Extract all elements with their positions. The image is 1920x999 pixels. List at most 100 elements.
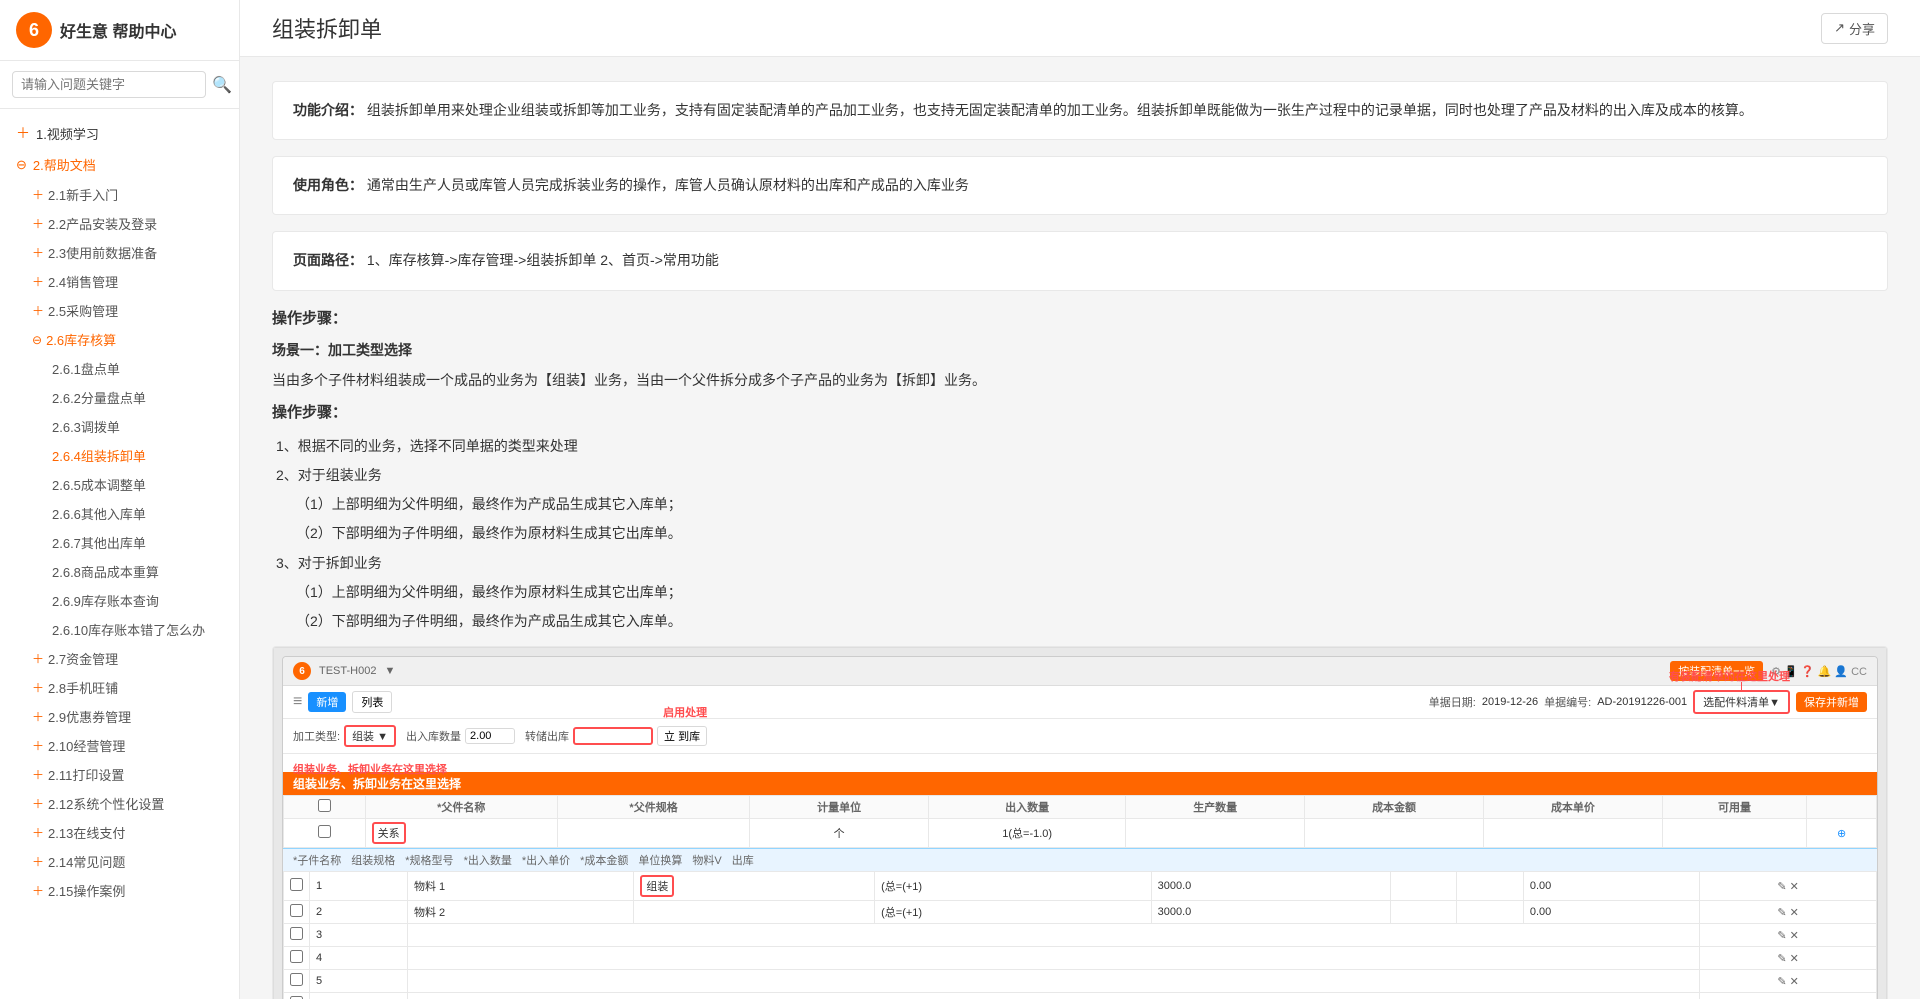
sidebar-item-2-6-2[interactable]: 2.6.2分量盘点单: [44, 383, 239, 412]
mock-type-box[interactable]: 组装 ▼: [344, 725, 396, 747]
step3: 3、对于拆卸业务: [272, 551, 1888, 576]
mock-edit-icon-5[interactable]: ✎: [1777, 976, 1786, 988]
sidebar-item-2-6-10[interactable]: 2.6.10库存账本错了怎么办: [44, 615, 239, 644]
mock-select-all[interactable]: [318, 799, 331, 812]
plus-icon-2-15: ＋: [32, 882, 44, 899]
sidebar-item-2-1[interactable]: ＋ 2.1新手入门: [24, 180, 239, 209]
nav-grandchildren-2-6: 2.6.1盘点单 2.6.2分量盘点单 2.6.3调拨单 2.6.4组装拆卸单 …: [24, 354, 239, 644]
mock-bottom-row-6: 6 ✎ ✕: [284, 993, 1877, 999]
mock-bottom-row-3: 3 ✎ ✕: [284, 924, 1877, 947]
mock-bottom-check-2[interactable]: [290, 904, 303, 917]
nav-section-2: ⊖ 2.帮助文档 ＋ 2.1新手入门 ＋ 2.2产品安装及登录 ＋ 2.3使用前…: [0, 149, 239, 905]
mock-sub-cost-label: *成本金额: [580, 852, 628, 868]
mock-edit-icon-3[interactable]: ✎: [1777, 930, 1786, 942]
intro-label: 功能介绍：: [293, 102, 363, 118]
mock-bottom-check-3[interactable]: [290, 927, 303, 940]
mock-del-icon-1[interactable]: ✕: [1790, 881, 1799, 893]
step3-1: （1）上部明细为父件明细，最终作为原材料生成其它出库单；: [272, 580, 1888, 605]
plus-icon-2-4: ＋: [32, 273, 44, 290]
sidebar-item-2-6-4[interactable]: 2.6.4组装拆卸单: [44, 441, 239, 470]
mock-warehouse-input[interactable]: [573, 727, 653, 745]
sidebar-item-2[interactable]: ⊖ 2.帮助文档: [0, 149, 239, 180]
mock-edit-icon-2[interactable]: ✎: [1777, 907, 1786, 919]
mock-top-table-wrapper: *父件名称 *父件规格 计量单位 出入数量 生产数量 成本金额 成本单价 可用量: [283, 795, 1877, 848]
mock-code-label: 单据编号:: [1544, 694, 1591, 710]
search-button[interactable]: 🔍: [212, 75, 232, 95]
search-input[interactable]: [12, 71, 206, 98]
mock-edit-icon-4[interactable]: ✎: [1777, 953, 1786, 965]
mock-bottom-check-5[interactable]: [290, 973, 303, 986]
sidebar-item-2-3-label: 2.3使用前数据准备: [48, 243, 157, 262]
mock-select-btn[interactable]: 选配件料清单▼: [1693, 690, 1790, 714]
mock-type-label: 加工类型:: [293, 728, 340, 744]
sidebar-item-2-11[interactable]: ＋ 2.11打印设置: [24, 760, 239, 789]
role-text: 通常由生产人员或库管人员完成拆装业务的操作，库管人员确认原材料的出库和产成品的入…: [367, 177, 969, 193]
sidebar-item-2-13[interactable]: ＋ 2.13在线支付: [24, 818, 239, 847]
sidebar-item-2-15-label: 2.15操作案例: [48, 881, 125, 900]
step2: 2、对于组装业务: [272, 463, 1888, 488]
share-button[interactable]: ↗ 分享: [1821, 13, 1888, 44]
sidebar-item-2-6-8[interactable]: 2.6.8商品成本重算: [44, 557, 239, 586]
sidebar-item-2-14[interactable]: ＋ 2.14常见问题: [24, 847, 239, 876]
sidebar-item-2-3[interactable]: ＋ 2.3使用前数据准备: [24, 238, 239, 267]
mock-tab-list[interactable]: 列表: [352, 691, 392, 713]
mock-bottom-check-1[interactable]: [290, 878, 303, 891]
mock-bottom-check-4[interactable]: [290, 950, 303, 963]
mock-bottom-row-5: 5 ✎ ✕: [284, 970, 1877, 993]
sidebar-item-2-4[interactable]: ＋ 2.4销售管理: [24, 267, 239, 296]
mock-qty-input[interactable]: [465, 728, 515, 744]
sidebar-item-2-6-3[interactable]: 2.6.3调拨单: [44, 412, 239, 441]
mock-section-header-bottom: *子件名称 组装规格 *规格型号 *出入数量 *出入单价 *成本金额 单位换算 …: [283, 848, 1877, 871]
sidebar-item-2-12[interactable]: ＋ 2.12系统个性化设置: [24, 789, 239, 818]
mock-row-check[interactable]: [318, 825, 331, 838]
mock-bottom-table: 1 物料 1 组装 (总=(+1) 3000.0: [283, 871, 1877, 999]
annotation-text-1: 有装配清单的在这里处理: [1669, 668, 1790, 684]
mock-del-icon-5[interactable]: ✕: [1790, 976, 1799, 988]
sidebar-item-2-5[interactable]: ＋ 2.5采购管理: [24, 296, 239, 325]
sidebar-item-2-10[interactable]: ＋ 2.10经营管理: [24, 731, 239, 760]
mock-save-btn[interactable]: 保存并新增: [1796, 692, 1867, 712]
mock-form-area: 加工类型: 组装 ▼ 组装业务、拆卸业务在这里选择 出入库数量: [283, 719, 1877, 754]
sidebar-item-2-6-label: 2.6库存核算: [46, 330, 116, 349]
mock-app-id: TEST-H002: [319, 665, 376, 677]
sidebar-item-2-6[interactable]: ⊖ 2.6库存核算: [24, 325, 239, 354]
mock-th-action: [1807, 796, 1877, 819]
mock-del-icon-4[interactable]: ✕: [1790, 953, 1799, 965]
sidebar-item-2-6-10-label: 2.6.10库存账本错了怎么办: [52, 623, 205, 638]
mock-th-cost-price: 成本单价: [1484, 796, 1663, 819]
mock-tab-new[interactable]: 新增: [308, 692, 346, 712]
sidebar-item-2-6-7[interactable]: 2.6.7其他出库单: [44, 528, 239, 557]
mock-child-name-1-val: 组装: [646, 881, 668, 893]
mock-child-name-1[interactable]: 组装: [640, 875, 674, 897]
mock-expand-icon[interactable]: ⊕: [1837, 828, 1846, 840]
scenario1-title: 场景一：加工类型选择: [272, 340, 1888, 360]
plus-icon-2-13: ＋: [32, 824, 44, 841]
sidebar-item-2-6-9-label: 2.6.9库存账本查询: [52, 594, 159, 609]
mock-del-icon-2[interactable]: ✕: [1790, 907, 1799, 919]
plus-icon-2-12: ＋: [32, 795, 44, 812]
mock-menu-icon[interactable]: ≡: [293, 693, 302, 711]
sidebar-item-2-8[interactable]: ＋ 2.8手机旺铺: [24, 673, 239, 702]
mock-th-prod-qty: 生产数量: [1126, 796, 1305, 819]
mock-type-value: 组装: [352, 731, 374, 743]
mock-date-value: 2019-12-26: [1482, 696, 1538, 708]
sidebar-item-2-6-3-label: 2.6.3调拨单: [52, 420, 120, 435]
sidebar-item-2-7[interactable]: ＋ 2.7资金管理: [24, 644, 239, 673]
mock-del-icon-3[interactable]: ✕: [1790, 930, 1799, 942]
mock-confirm-btn[interactable]: 立 到库: [657, 726, 707, 746]
mock-edit-icon-1[interactable]: ✎: [1777, 881, 1786, 893]
sidebar-item-2-6-9[interactable]: 2.6.9库存账本查询: [44, 586, 239, 615]
mock-parent-name-input[interactable]: 关系: [372, 822, 406, 844]
mock-sub-label: *子件名称: [293, 852, 341, 868]
sidebar-item-2-6-1[interactable]: 2.6.1盘点单: [44, 354, 239, 383]
sidebar-item-2-2[interactable]: ＋ 2.2产品安装及登录: [24, 209, 239, 238]
search-area: 🔍: [0, 61, 239, 109]
plus-icon-2-1: ＋: [32, 186, 44, 203]
sidebar-item-2-6-5[interactable]: 2.6.5成本调整单: [44, 470, 239, 499]
sidebar-item-2-9[interactable]: ＋ 2.9优惠券管理: [24, 702, 239, 731]
sidebar-item-1[interactable]: ＋ 1.视频学习: [0, 117, 239, 149]
sidebar-item-2-6-7-label: 2.6.7其他出库单: [52, 536, 146, 551]
sidebar-item-2-6-6[interactable]: 2.6.6其他入库单: [44, 499, 239, 528]
sidebar-item-2-15[interactable]: ＋ 2.15操作案例: [24, 876, 239, 905]
mock-code-value: AD-20191226-001: [1597, 696, 1687, 708]
